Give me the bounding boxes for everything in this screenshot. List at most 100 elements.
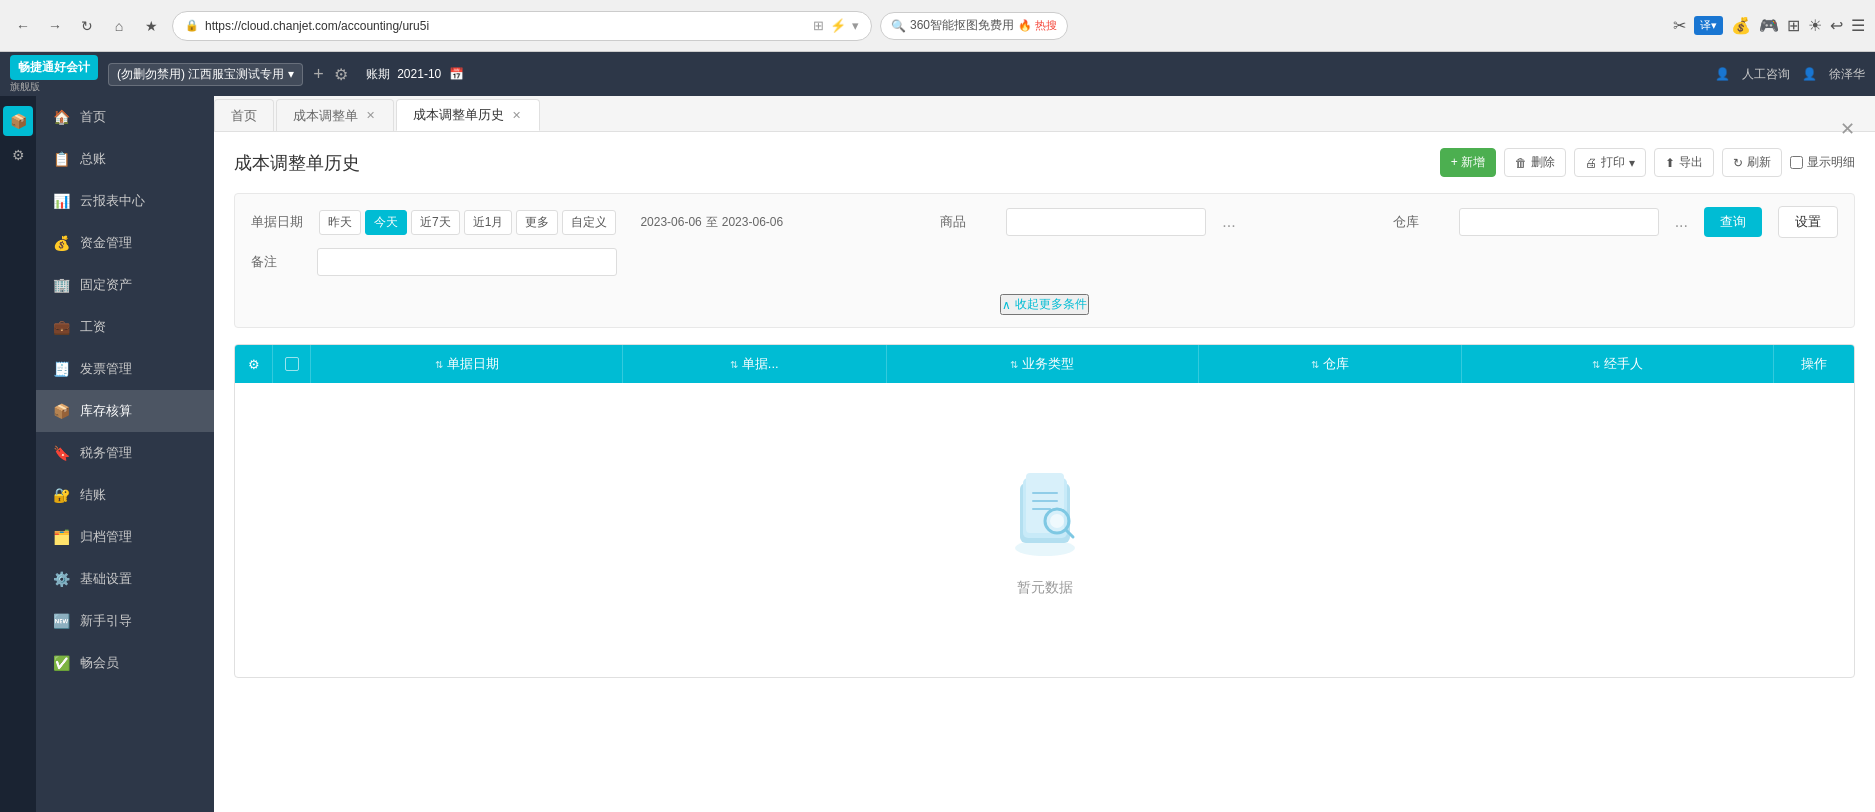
back-button[interactable]: ← [10,13,36,39]
translate-icon[interactable]: 译▾ [1694,16,1723,35]
account-selector[interactable]: (勿删勿禁用) 江西服宝测试专用 ▾ [108,63,303,86]
table-col-warehouse[interactable]: ⇅ 仓库 [1199,345,1463,383]
date-filter-buttons: 昨天 今天 近7天 近1月 更多 自定义 [319,210,616,235]
show-cols-checkbox[interactable] [1790,156,1803,169]
collapse-button[interactable]: ∧ 收起更多条件 [1000,294,1089,315]
left-icon-other[interactable]: ⚙ [3,140,33,170]
table-col-date[interactable]: ⇅ 单据日期 [311,345,623,383]
sidebar-item-salary[interactable]: 💼 工资 [36,306,214,348]
member-icon: ✅ [52,654,70,672]
table-col-type[interactable]: ⇅ 业务类型 [887,345,1199,383]
user-name[interactable]: 徐泽华 [1829,66,1865,83]
empty-state: 暂元数据 [235,383,1854,677]
bookmark-button[interactable]: ★ [138,13,164,39]
sidebar-item-fixed-assets[interactable]: 🏢 固定资产 [36,264,214,306]
sidebar-item-fixed-assets-label: 固定资产 [80,276,132,294]
show-cols-checkbox-label[interactable]: 显示明细 [1790,154,1855,171]
sidebar-item-reports-label: 云报表中心 [80,192,145,210]
tab-cost-adjust-history-close[interactable]: ✕ [510,108,523,123]
filter-settings-button[interactable]: 设置 [1778,206,1838,238]
sidebar-item-invoice[interactable]: 🧾 发票管理 [36,348,214,390]
sidebar-item-tax[interactable]: 🔖 税务管理 [36,432,214,474]
goods-filter-input[interactable] [1006,208,1206,236]
apps-icon[interactable]: ⊞ [1787,16,1800,35]
print-button[interactable]: 🖨 打印 ▾ [1574,148,1646,177]
main-layout: 📦 ⚙ 🏠 首页 📋 总账 📊 云报表中心 💰 资金管理 🏢 固定资 [0,96,1875,812]
search-label: 360智能抠图免费用 [910,17,1014,34]
reload-button[interactable]: ↻ [74,13,100,39]
sidebar-item-inventory[interactable]: 📦 库存核算 [36,390,214,432]
scissors-icon[interactable]: ✂ [1673,16,1686,35]
settings-gear-icon[interactable]: ⚙ [334,65,348,84]
remark-filter-input[interactable] [317,248,617,276]
export-button[interactable]: ⬆ 导出 [1654,148,1714,177]
menu-icon[interactable]: ☰ [1851,16,1865,35]
tab-cost-adjust-close[interactable]: ✕ [364,108,377,123]
warehouse-dots[interactable]: ... [1675,213,1688,231]
app-header: 畅捷通好会计 旗舰版 (勿删勿禁用) 江西服宝测试专用 ▾ + ⚙ 账期 202… [0,52,1875,96]
user-service-btn[interactable]: 人工咨询 [1742,66,1790,83]
tab-cost-adjust-history[interactable]: 成本调整单历史 ✕ [396,99,540,131]
goods-dots[interactable]: ... [1222,213,1235,231]
sidebar-item-close[interactable]: 🔐 结账 [36,474,214,516]
toolbar: + 新增 🗑 删除 🖨 打印 ▾ ⬆ 导出 ↻ [1440,148,1855,177]
invoice-icon: 🧾 [52,360,70,378]
table-header: ⚙ ⇅ 单据日期 ⇅ 单据... ⇅ 业务类型 [235,345,1854,383]
sidebar-item-base-settings[interactable]: ⚙️ 基础设置 [36,558,214,600]
left-icon-inventory[interactable]: 📦 [3,106,33,136]
page-title-row: 成本调整单历史 + 新增 🗑 删除 🖨 打印 ▾ ⬆ 导出 [234,148,1855,177]
brightness-icon[interactable]: ☀ [1808,16,1822,35]
warehouse-filter-input[interactable] [1459,208,1659,236]
window-close-button[interactable]: ✕ [1840,118,1855,140]
date-btn-7days[interactable]: 近7天 [411,210,460,235]
table-col-settings[interactable]: ⚙ [235,345,273,383]
table-select-all-checkbox[interactable] [285,357,299,371]
home-button[interactable]: ⌂ [106,13,132,39]
filter-row-2: 备注 [251,248,1838,276]
calendar-icon[interactable]: 📅 [449,67,464,81]
refresh-button[interactable]: ↻ 刷新 [1722,148,1782,177]
table-col-checkbox[interactable] [273,345,311,383]
tab-cost-adjust[interactable]: 成本调整单 ✕ [276,99,394,131]
sidebar-item-reports[interactable]: 📊 云报表中心 [36,180,214,222]
ssl-lock-icon: 🔒 [185,19,199,32]
undo-icon[interactable]: ↩ [1830,16,1843,35]
wallet-icon[interactable]: 💰 [1731,16,1751,35]
delete-button[interactable]: 🗑 删除 [1504,148,1566,177]
tab-home[interactable]: 首页 [214,99,274,131]
print-dropdown-icon: ▾ [1629,156,1635,170]
sidebar-item-funds[interactable]: 💰 资金管理 [36,222,214,264]
date-btn-1month[interactable]: 近1月 [464,210,513,235]
sidebar-item-ledger[interactable]: 📋 总账 [36,138,214,180]
sidebar-item-archive[interactable]: 🗂️ 归档管理 [36,516,214,558]
date-btn-more[interactable]: 更多 [516,210,558,235]
new-button[interactable]: + 新增 [1440,148,1496,177]
print-icon: 🖨 [1585,156,1597,170]
browser-search-bar[interactable]: 🔍 360智能抠图免费用 🔥 热搜 [880,12,1068,40]
app-logo-sub: 旗舰版 [10,80,40,94]
sidebar-item-guide[interactable]: 🆕 新手引导 [36,600,214,642]
export-icon: ⬆ [1665,156,1675,170]
account-dropdown-icon: ▾ [288,67,294,81]
svg-point-8 [1050,514,1064,528]
table-col-person[interactable]: ⇅ 经手人 [1462,345,1774,383]
sidebar-item-inventory-label: 库存核算 [80,402,132,420]
add-account-btn[interactable]: + [313,64,324,85]
left-icon-bar: 📦 ⚙ [0,96,36,812]
sidebar-item-member[interactable]: ✅ 畅会员 [36,642,214,684]
empty-text: 暂元数据 [1017,579,1073,597]
date-range: 2023-06-06 至 2023-06-06 [640,214,783,231]
sidebar-item-tax-label: 税务管理 [80,444,132,462]
date-btn-today[interactable]: 今天 [365,210,407,235]
forward-button[interactable]: → [42,13,68,39]
reports-icon: 📊 [52,192,70,210]
gamepad-icon[interactable]: 🎮 [1759,16,1779,35]
date-btn-custom[interactable]: 自定义 [562,210,616,235]
address-bar[interactable]: 🔒 https://cloud.chanjet.com/accounting/u… [172,11,872,41]
table-col-num[interactable]: ⇅ 单据... [623,345,887,383]
query-button[interactable]: 查询 [1704,207,1762,237]
date-to: 2023-06-06 [722,215,783,229]
date-btn-yesterday[interactable]: 昨天 [319,210,361,235]
browser-nav-buttons: ← → ↻ ⌂ ★ [10,13,164,39]
sidebar-item-home[interactable]: 🏠 首页 [36,96,214,138]
